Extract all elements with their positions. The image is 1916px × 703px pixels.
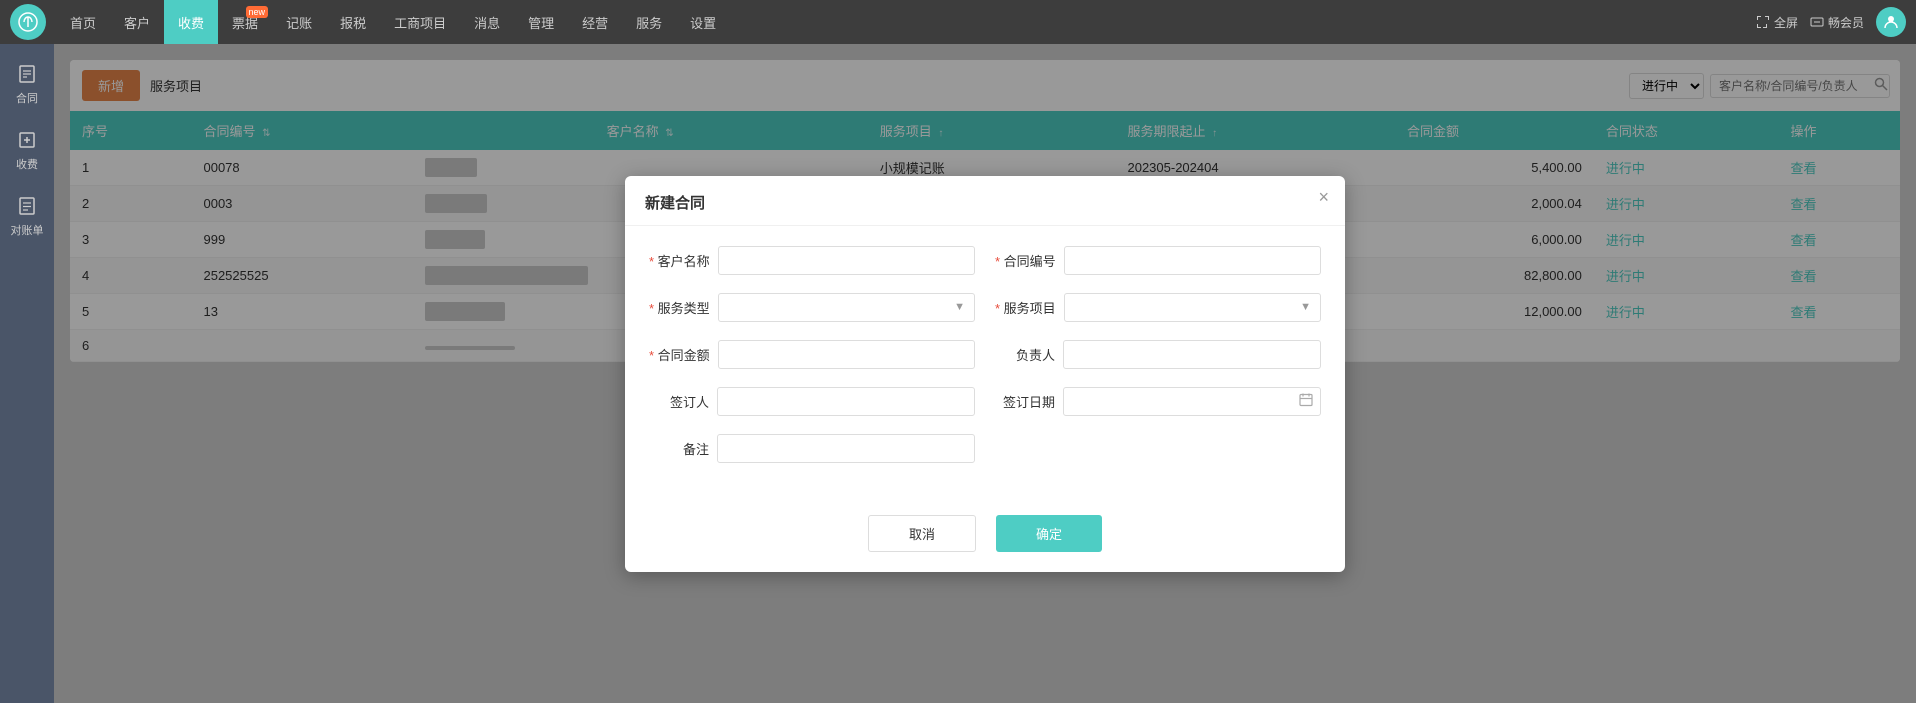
sidebar-statement-label: 对账单: [11, 222, 44, 238]
form-group-signer: 签订人: [649, 387, 975, 416]
nav-message[interactable]: 消息: [460, 0, 514, 44]
top-nav: 首页 客户 收费 票据 new 记账 报税 工商项目 消息 管理 经营 服务 设…: [0, 0, 1916, 44]
form-row-3: 合同金额 0.00 负责人: [649, 340, 1321, 369]
nav-bookkeeping[interactable]: 记账: [272, 0, 326, 44]
sidebar-item-contract[interactable]: 合同: [2, 54, 52, 114]
form-group-amount: 合同金额 0.00: [649, 340, 975, 369]
responsible-label: 负责人: [995, 345, 1055, 364]
service-type-label: 服务类型: [649, 298, 710, 317]
nav-tax[interactable]: 报税: [326, 0, 380, 44]
modal-body: 客户名称 合同编号 服务类型: [625, 226, 1345, 501]
signer-input[interactable]: [717, 387, 975, 416]
form-group-responsible: 负责人: [995, 340, 1321, 369]
main-layout: 合同 收费 对账单 新增 服务项目 进行中 已完成: [0, 44, 1916, 703]
nav-operations[interactable]: 经营: [568, 0, 622, 44]
fullscreen-button[interactable]: 全屏: [1756, 14, 1798, 31]
service-type-select-wrapper: ▼: [718, 293, 975, 322]
service-type-select[interactable]: [718, 293, 975, 322]
cancel-button[interactable]: 取消: [868, 515, 976, 552]
contract-no-label: 合同编号: [995, 251, 1056, 270]
nav-items: 首页 客户 收费 票据 new 记账 报税 工商项目 消息 管理 经营 服务 设…: [56, 0, 1756, 44]
contract-icon: [15, 62, 39, 86]
form-group-service-item: 服务项目 ▼: [995, 293, 1321, 322]
billing-icon: [15, 128, 39, 152]
form-group-contract-no: 合同编号: [995, 246, 1321, 275]
calendar-icon[interactable]: [1299, 393, 1313, 410]
nav-right-actions: 全屏 畅会员: [1756, 7, 1906, 37]
nav-billing[interactable]: 收费: [164, 0, 218, 44]
form-row-4: 签订人 签订日期 2023-06-06: [649, 387, 1321, 416]
new-contract-modal: 新建合同 × 客户名称 合同编号: [625, 176, 1345, 572]
sidebar-item-billing[interactable]: 收费: [2, 120, 52, 180]
content-area: 新增 服务项目 进行中 已完成 已取消: [54, 44, 1916, 703]
form-row-2: 服务类型 ▼ 服务项目: [649, 293, 1321, 322]
nav-client[interactable]: 客户: [110, 0, 164, 44]
sidebar: 合同 收费 对账单: [0, 44, 54, 703]
modal-title: 新建合同: [645, 195, 705, 212]
customer-name-input[interactable]: [718, 246, 975, 275]
modal-overlay: 新建合同 × 客户名称 合同编号: [54, 44, 1916, 703]
modal-close-button[interactable]: ×: [1318, 188, 1329, 206]
form-group-remarks: 备注: [649, 434, 975, 463]
nav-invoice[interactable]: 票据 new: [218, 0, 272, 44]
sign-date-wrapper: 2023-06-06: [1063, 387, 1321, 416]
responsible-input[interactable]: [1063, 340, 1321, 369]
sign-date-label: 签订日期: [995, 392, 1055, 411]
signer-label: 签订人: [649, 392, 709, 411]
nav-settings[interactable]: 设置: [676, 0, 730, 44]
form-row-5: 备注: [649, 434, 1321, 463]
nav-management[interactable]: 管理: [514, 0, 568, 44]
form-group-customer: 客户名称: [649, 246, 975, 275]
contract-no-input[interactable]: [1064, 246, 1321, 275]
modal-footer: 取消 确定: [625, 501, 1345, 572]
app-logo: [10, 4, 46, 40]
new-badge: new: [246, 6, 269, 18]
contract-amount-label: 合同金额: [649, 345, 710, 364]
sidebar-billing-label: 收费: [16, 156, 38, 172]
remarks-input[interactable]: [717, 434, 975, 463]
sidebar-contract-label: 合同: [16, 90, 38, 106]
service-item-select-wrapper: ▼: [1064, 293, 1321, 322]
user-avatar[interactable]: [1876, 7, 1906, 37]
nav-home[interactable]: 首页: [56, 0, 110, 44]
service-item-label: 服务项目: [995, 298, 1056, 317]
modal-header: 新建合同 ×: [625, 176, 1345, 226]
member-button[interactable]: 畅会员: [1810, 14, 1864, 31]
confirm-button[interactable]: 确定: [996, 515, 1102, 552]
nav-business[interactable]: 工商项目: [380, 0, 460, 44]
statement-icon: [15, 194, 39, 218]
remarks-label: 备注: [649, 439, 709, 458]
form-group-sign-date: 签订日期 2023-06-06: [995, 387, 1321, 416]
nav-service[interactable]: 服务: [622, 0, 676, 44]
customer-name-label: 客户名称: [649, 251, 710, 270]
sidebar-item-statement[interactable]: 对账单: [2, 186, 52, 246]
sign-date-input[interactable]: 2023-06-06: [1063, 387, 1321, 416]
form-row-1: 客户名称 合同编号: [649, 246, 1321, 275]
form-group-service-type: 服务类型 ▼: [649, 293, 975, 322]
service-item-select[interactable]: [1064, 293, 1321, 322]
contract-amount-input[interactable]: 0.00: [718, 340, 975, 369]
